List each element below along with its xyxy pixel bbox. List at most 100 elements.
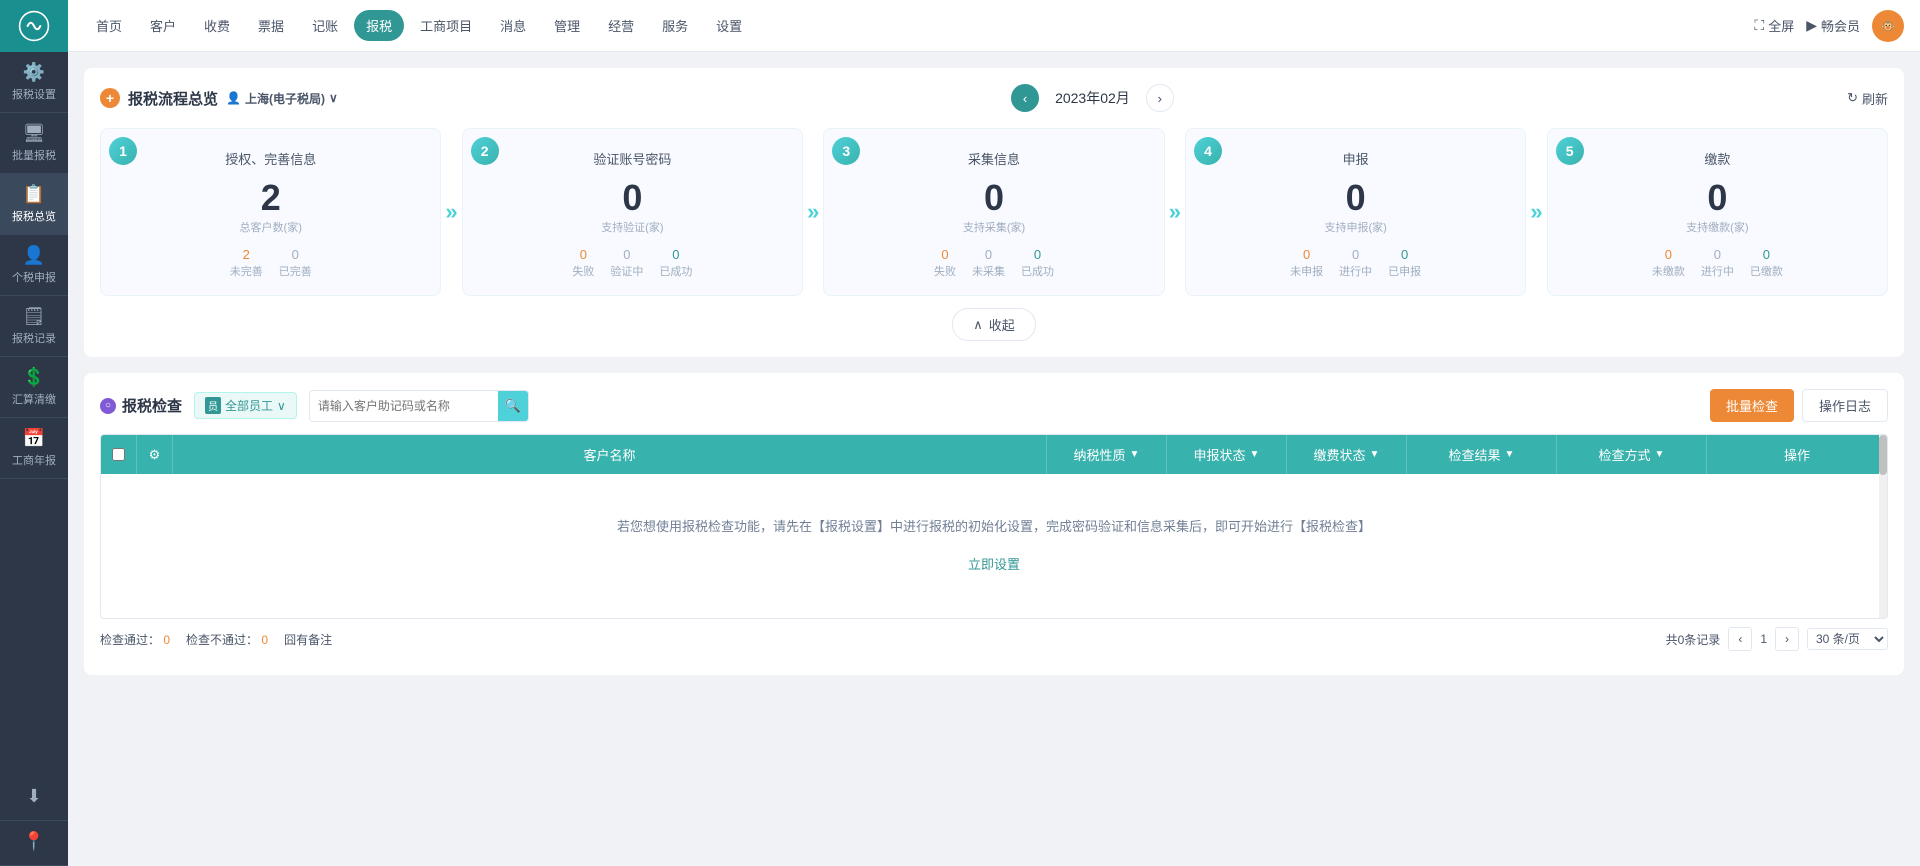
sidebar-item-annual-report[interactable]: 📅 工商年报 [0,418,68,479]
chevron-down-icon: ∨ [329,91,338,105]
nav-accounting[interactable]: 记账 [300,10,350,41]
nav-management[interactable]: 管理 [542,10,592,41]
step-label: 支持申报(家) [1202,219,1509,235]
stat-item: 0 进行中 [1339,247,1372,279]
location-icon: 📍 [23,831,45,852]
top-nav: 首页 客户 收费 票据 记账 报税 工商项目 消息 管理 经营 服务 设置 ⛶ … [68,0,1920,52]
sidebar-item-personal-report[interactable]: 👤 个税申报 [0,235,68,296]
step-count: 0 [1564,176,1871,219]
sidebar-item-settlement-label: 汇算清缴 [12,391,56,407]
scrollbar-thumb[interactable] [1879,435,1887,475]
stat-item: 0 未申报 [1290,247,1323,279]
annual-report-icon: 📅 [23,428,45,449]
sidebar-item-settlement[interactable]: 💲 汇算清缴 [0,357,68,418]
refresh-button[interactable]: ↻ 刷新 [1847,89,1888,108]
settlement-icon: 💲 [23,367,45,388]
nav-client[interactable]: 客户 [138,10,188,41]
check-card: ○ 报税检查 员 全部员工 ∨ 🔍 批量检查 操作日志 [84,373,1904,675]
th-settings[interactable]: ⚙ [137,435,173,474]
flow-steps: 1 授权、完善信息 2 总客户数(家) 2 未完善 0 已完善 » 2 验证账号… [100,128,1888,296]
sidebar-item-batch-tax[interactable]: 🖥 批量报税 [0,113,68,174]
nav-tax[interactable]: 报税 [354,10,404,41]
step-number: 1 [109,137,137,165]
stat-item: 0 失败 [934,247,956,279]
nav-home[interactable]: 首页 [84,10,134,41]
sidebar-item-download[interactable]: ⬇ [0,776,68,821]
sidebar-item-tax-settings[interactable]: ⚙️ 报税设置 [0,52,68,113]
table-empty-state: 若您想使用报税检查功能，请先在【报税设置】中进行报税的初始化设置，完成密码验证和… [101,474,1887,618]
prev-month-button[interactable]: ‹ [1011,84,1039,112]
check-header: ○ 报税检查 员 全部员工 ∨ 🔍 批量检查 操作日志 [100,389,1888,422]
search-icon: 🔍 [505,398,521,414]
sidebar-item-tax-overview[interactable]: 📋 报税总览 [0,174,68,235]
th-check-method[interactable]: 检查方式 ▼ [1557,435,1707,474]
nav-fee[interactable]: 收费 [192,10,242,41]
table-body: 若您想使用报税检查功能，请先在【报税设置】中进行报税的初始化设置，完成密码验证和… [101,474,1887,618]
nav-right: ⛶ 全屏 ▶ 畅会员 🐵 [1754,10,1904,42]
step-label: 支持缴款(家) [1564,219,1871,235]
operation-log-button[interactable]: 操作日志 [1802,389,1888,422]
search-wrap: 🔍 [309,390,529,422]
stat-item: 0 进行中 [1701,247,1734,279]
nav-settings[interactable]: 设置 [704,10,754,41]
fullscreen-button[interactable]: ⛶ 全屏 [1754,16,1794,35]
select-all-checkbox[interactable] [112,448,125,461]
next-month-button[interactable]: › [1146,84,1174,112]
stat-item: 0 已申报 [1388,247,1421,279]
search-button[interactable]: 🔍 [498,391,528,421]
fail-count-link[interactable]: 0 [261,633,268,647]
table-header: ⚙ 客户名称 纳税性质 ▼ 申报状态 ▼ 缴费状态 ▼ [101,435,1887,474]
nav-business[interactable]: 工商项目 [408,10,484,41]
check-actions: 批量检查 操作日志 [1710,389,1888,422]
th-check-result[interactable]: 检查结果 ▼ [1407,435,1557,474]
pagination: 共0条记录 ‹ 1 › 30 条/页 50 条/页 100 条/页 [1666,627,1888,651]
nav-invoice[interactable]: 票据 [246,10,296,41]
flow-step-1: 1 授权、完善信息 2 总客户数(家) 2 未完善 0 已完善 [100,128,441,296]
plus-icon: + [100,88,120,108]
stat-item: 0 已成功 [1021,247,1054,279]
th-report-status[interactable]: 申报状态 ▼ [1167,435,1287,474]
settings-icon: ⚙ [149,447,161,463]
refresh-icon: ↻ [1847,90,1858,106]
th-pay-status[interactable]: 缴费状态 ▼ [1287,435,1407,474]
filter-tag[interactable]: 员 全部员工 ∨ [194,392,297,419]
play-icon: ▶ [1806,17,1817,34]
stat-item: 0 失败 [572,247,594,279]
batch-check-button[interactable]: 批量检查 [1710,389,1794,422]
location-person-icon: 👤 [226,91,241,105]
sidebar-item-tax-record[interactable]: 🗒 报税记录 [0,296,68,357]
setup-link[interactable]: 立即设置 [968,557,1020,572]
main-area: 首页 客户 收费 票据 记账 报税 工商项目 消息 管理 经营 服务 设置 ⛶ … [68,0,1920,866]
step-title: 采集信息 [840,145,1147,168]
step-number: 2 [471,137,499,165]
th-checkbox[interactable] [101,435,137,474]
check-table: ⚙ 客户名称 纳税性质 ▼ 申报状态 ▼ 缴费状态 ▼ [100,434,1888,619]
sidebar-item-batch-tax-label: 批量报税 [12,147,56,163]
filter-check-result-icon: ▼ [1505,449,1515,460]
location-tag[interactable]: 👤 上海(电子税局) ∨ [226,90,338,107]
nav-operation[interactable]: 经营 [596,10,646,41]
per-page-select[interactable]: 30 条/页 50 条/页 100 条/页 [1807,628,1888,650]
app-logo [0,0,68,52]
stat-item: 0 已完善 [279,247,312,279]
pass-count-link[interactable]: 0 [163,633,170,647]
vip-button[interactable]: ▶ 畅会员 [1806,16,1860,35]
overview-header: + 报税流程总览 👤 上海(电子税局) ∨ ‹ 2023年02月 › ↻ 刷新 [100,84,1888,112]
sidebar-item-location[interactable]: 📍 [0,821,68,866]
flow-step-5: 5 缴款 0 支持缴款(家) 0 未缴款 0 进行中 0 已缴款 [1547,128,1888,296]
prev-page-button[interactable]: ‹ [1728,627,1752,651]
nav-service[interactable]: 服务 [650,10,700,41]
sidebar-item-tax-record-label: 报税记录 [12,330,56,346]
collapse-button[interactable]: ∧ 收起 [952,308,1036,341]
step-title: 验证账号密码 [479,145,786,168]
filter-icon: 员 [205,397,221,414]
th-client-name: 客户名称 [173,435,1047,474]
stat-item: 0 已成功 [659,247,692,279]
search-input[interactable] [310,394,498,418]
th-tax-type[interactable]: 纳税性质 ▼ [1047,435,1167,474]
nav-message[interactable]: 消息 [488,10,538,41]
stat-item: 0 验证中 [610,247,643,279]
month-nav: ‹ 2023年02月 › [1011,84,1174,112]
next-page-button[interactable]: › [1775,627,1799,651]
footer-stats: 检查通过： 0 检查不通过： 0 囧有备注 [100,631,332,648]
